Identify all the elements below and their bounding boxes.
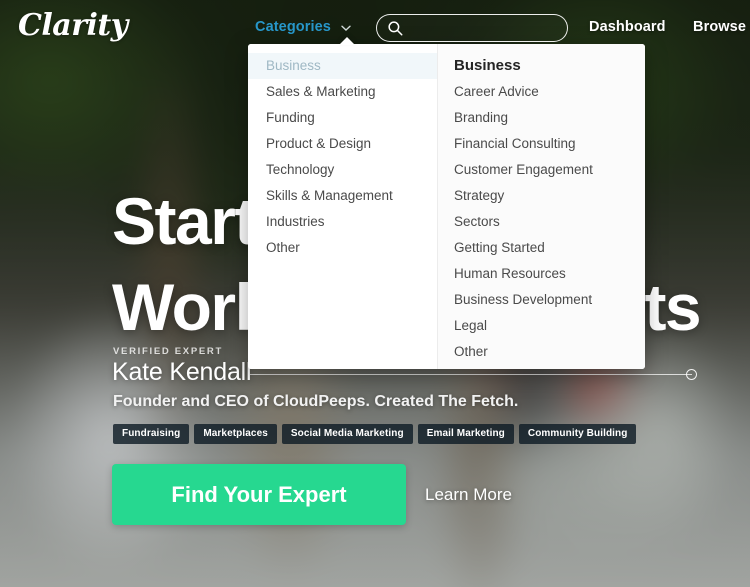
verified-expert-badge: VERIFIED EXPERT: [113, 346, 223, 357]
learn-more-link[interactable]: Learn More: [425, 485, 512, 505]
dropdown-category-technology[interactable]: Technology: [248, 157, 437, 183]
expert-tag[interactable]: Fundraising: [113, 424, 190, 444]
site-header: Clarity Categories Dashboard Browse: [0, 0, 750, 46]
expert-tag[interactable]: Email Marketing: [417, 424, 514, 444]
dropdown-sub-financial-consulting[interactable]: Financial Consulting: [438, 131, 645, 157]
categories-dropdown: Business Sales & Marketing Funding Produ…: [248, 44, 645, 369]
brand-logo[interactable]: Clarity: [18, 8, 128, 43]
hero-divider-line: [250, 374, 692, 375]
dropdown-category-business[interactable]: Business: [248, 53, 437, 79]
dropdown-sub-business-development[interactable]: Business Development: [438, 287, 645, 313]
dropdown-sub-legal[interactable]: Legal: [438, 313, 645, 339]
expert-name: Kate Kendall: [112, 358, 252, 386]
dropdown-category-industries[interactable]: Industries: [248, 209, 437, 235]
dropdown-subcategory-heading: Business: [454, 57, 521, 74]
expert-tag[interactable]: Community Building: [518, 424, 637, 444]
dropdown-subcategory-list: Business Career Advice Branding Financia…: [438, 44, 645, 369]
page-root: Start World rts VERIFIED EXPERT Kate Kend…: [0, 0, 750, 587]
dropdown-sub-other[interactable]: Other: [438, 339, 645, 365]
dropdown-category-funding[interactable]: Funding: [248, 105, 437, 131]
dropdown-sub-human-resources[interactable]: Human Resources: [438, 261, 645, 287]
hero-divider-dot[interactable]: [686, 369, 697, 380]
expert-tag[interactable]: Social Media Marketing: [281, 424, 413, 444]
dropdown-sub-branding[interactable]: Branding: [438, 105, 645, 131]
dropdown-sub-strategy[interactable]: Strategy: [438, 183, 645, 209]
expert-tag[interactable]: Marketplaces: [194, 424, 277, 444]
dropdown-sub-customer-engagement[interactable]: Customer Engagement: [438, 157, 645, 183]
search-box[interactable]: [376, 14, 568, 42]
dropdown-sub-career-advice[interactable]: Career Advice: [438, 79, 645, 105]
nav-browse[interactable]: Browse: [693, 19, 746, 35]
chevron-down-icon[interactable]: [340, 22, 351, 33]
nav-categories[interactable]: Categories: [255, 19, 331, 35]
search-icon: [387, 20, 404, 37]
nav-dashboard[interactable]: Dashboard: [589, 19, 666, 35]
find-your-expert-button[interactable]: Find Your Expert: [112, 464, 406, 525]
search-input[interactable]: [409, 18, 559, 39]
dropdown-sub-getting-started[interactable]: Getting Started: [438, 235, 645, 261]
dropdown-category-list: Business Sales & Marketing Funding Produ…: [248, 44, 438, 369]
dropdown-category-other[interactable]: Other: [248, 235, 437, 261]
dropdown-category-product-design[interactable]: Product & Design: [248, 131, 437, 157]
expert-bio: Founder and CEO of CloudPeeps. Created T…: [113, 393, 519, 410]
dropdown-category-skills-management[interactable]: Skills & Management: [248, 183, 437, 209]
dropdown-sub-sectors[interactable]: Sectors: [438, 209, 645, 235]
dropdown-category-sales-marketing[interactable]: Sales & Marketing: [248, 79, 437, 105]
expert-tag-list: Fundraising Marketplaces Social Media Ma…: [113, 424, 637, 444]
